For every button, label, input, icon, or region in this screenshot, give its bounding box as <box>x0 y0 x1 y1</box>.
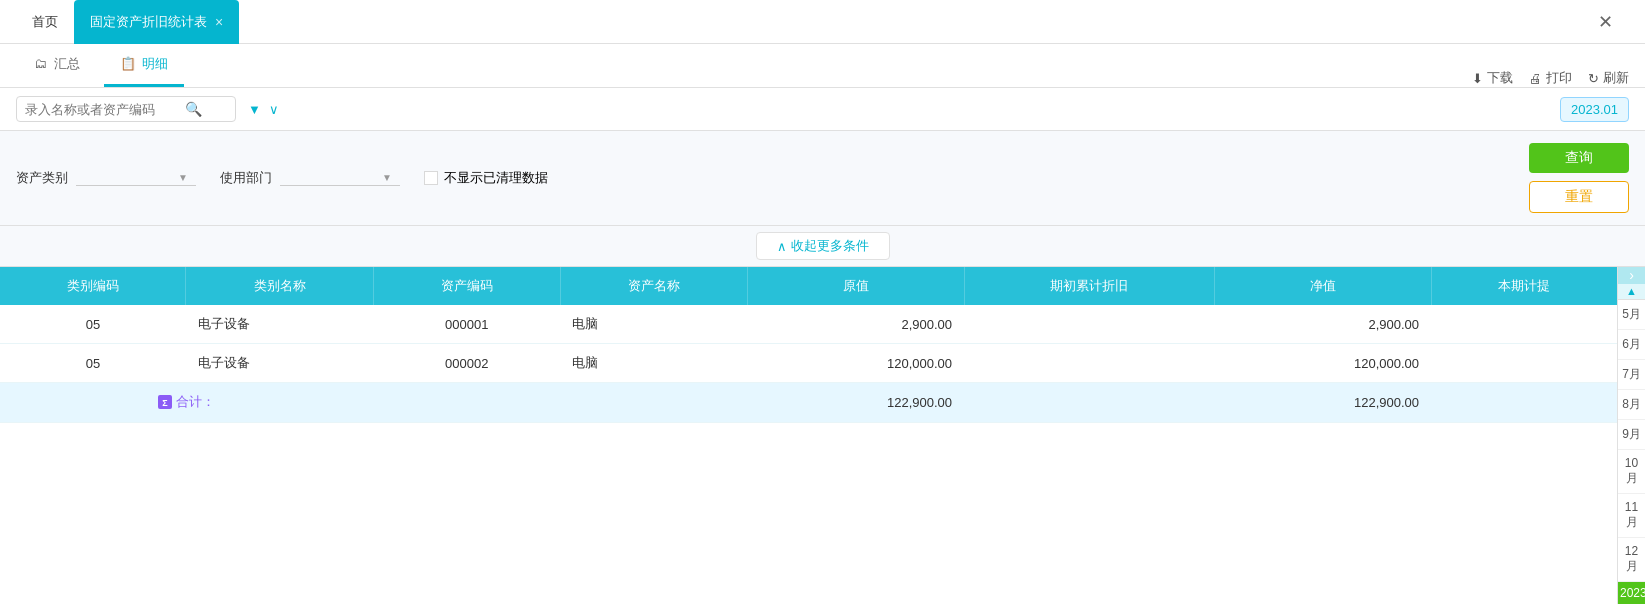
col-net-value: 净值 <box>1214 267 1431 305</box>
search-bar: 🔍 ▼ ∨ 2023.01 <box>0 88 1645 131</box>
download-icon: ⬇ <box>1472 71 1483 86</box>
cell-opening-accumulated <box>964 305 1214 344</box>
asset-category-arrow-icon: ▼ <box>178 172 188 183</box>
asset-category-label: 资产类别 <box>16 169 68 187</box>
year-badge: 2023 <box>1618 582 1645 604</box>
subtotal-label-cell: Σ 合计： <box>0 383 373 423</box>
cell-opening-accumulated <box>964 344 1214 383</box>
month-10[interactable]: 10月 <box>1618 450 1645 494</box>
tab-actions: ⬇ 下载 🖨 打印 ↻ 刷新 <box>1472 69 1629 87</box>
tab-label: 固定资产折旧统计表 <box>90 13 207 31</box>
sidebar-expand-btn[interactable]: › <box>1618 267 1646 284</box>
cell-original-value: 120,000.00 <box>748 344 965 383</box>
filter-row: 资产类别 ▼ 使用部门 ▼ 不显示已清理数据 查询 重置 <box>0 131 1645 226</box>
table-header-row: 类别编码 类别名称 资产编码 资产名称 原值 期初累计折旧 净值 本期计提 <box>0 267 1617 305</box>
hide-cleared-checkbox[interactable]: 不显示已清理数据 <box>424 169 548 187</box>
subtotal-original-value: 122,900.00 <box>748 383 965 423</box>
subtotal-row: Σ 合计： 122,900.00 122,900.00 <box>0 383 1617 423</box>
subtotal-net-value: 122,900.00 <box>1214 383 1431 423</box>
detail-label: 明细 <box>142 55 168 73</box>
data-table: 类别编码 类别名称 资产编码 资产名称 原值 期初累计折旧 净值 本期计提 05… <box>0 267 1617 423</box>
cell-net-value: 2,900.00 <box>1214 305 1431 344</box>
department-arrow-icon: ▼ <box>382 172 392 183</box>
subtotal-current-depreciation <box>1431 383 1617 423</box>
collapse-button[interactable]: ∧ 收起更多条件 <box>756 232 890 260</box>
right-sidebar: › ▲ 5月 6月 7月 8月 9月 10月 11月 12月 2023 <box>1617 267 1645 604</box>
subtotal-asset-name <box>560 383 747 423</box>
month-11[interactable]: 11月 <box>1618 494 1645 538</box>
sub-tabs-bar: 🗂 汇总 📋 明细 ⬇ 下载 🖨 打印 ↻ 刷新 <box>0 44 1645 88</box>
month-6[interactable]: 6月 <box>1618 330 1645 360</box>
cell-net-value: 120,000.00 <box>1214 344 1431 383</box>
cell-current-depreciation <box>1431 344 1617 383</box>
cell-asset-code: 000001 <box>373 305 560 344</box>
download-btn[interactable]: ⬇ 下载 <box>1472 69 1513 87</box>
date-badge: 2023.01 <box>1560 97 1629 122</box>
subtotal-opening-accumulated <box>964 383 1214 423</box>
reset-button[interactable]: 重置 <box>1529 181 1629 213</box>
asset-category-filter: 资产类别 ▼ <box>16 169 196 187</box>
more-conditions-btn[interactable]: ▼ ∨ <box>248 102 279 117</box>
month-7[interactable]: 7月 <box>1618 360 1645 390</box>
cell-category-code: 05 <box>0 344 186 383</box>
scroll-up-btn[interactable]: ▲ <box>1618 284 1646 300</box>
cell-category-code: 05 <box>0 305 186 344</box>
top-nav: 首页 固定资产折旧统计表 × ✕ <box>0 0 1645 44</box>
layers-icon: 🗂 <box>32 56 48 72</box>
department-label: 使用部门 <box>220 169 272 187</box>
cell-category-name: 电子设备 <box>186 344 373 383</box>
cell-asset-code: 000002 <box>373 344 560 383</box>
cell-asset-name: 电脑 <box>560 344 747 383</box>
refresh-btn[interactable]: ↻ 刷新 <box>1588 69 1629 87</box>
chevron-down-icon: ∨ <box>269 102 279 117</box>
search-icon[interactable]: 🔍 <box>185 101 202 117</box>
search-input-wrap[interactable]: 🔍 <box>16 96 236 122</box>
svg-text:Σ: Σ <box>162 398 168 408</box>
cell-current-depreciation <box>1431 305 1617 344</box>
filter-buttons: 查询 重置 <box>1529 143 1629 213</box>
month-9[interactable]: 9月 <box>1618 420 1645 450</box>
subtotal-icon: Σ 合计： <box>158 393 215 411</box>
month-8[interactable]: 8月 <box>1618 390 1645 420</box>
month-12[interactable]: 12月 <box>1618 538 1645 582</box>
col-opening-accumulated: 期初累计折旧 <box>964 267 1214 305</box>
table-row: 05 电子设备 000001 电脑 2,900.00 2,900.00 <box>0 305 1617 344</box>
cell-category-name: 电子设备 <box>186 305 373 344</box>
col-asset-code: 资产编码 <box>373 267 560 305</box>
main-content: 类别编码 类别名称 资产编码 资产名称 原值 期初累计折旧 净值 本期计提 05… <box>0 267 1645 604</box>
detail-icon: 📋 <box>120 56 136 72</box>
col-category-name: 类别名称 <box>186 267 373 305</box>
asset-category-select[interactable]: ▼ <box>76 170 196 186</box>
tab-summary[interactable]: 🗂 汇总 <box>16 43 96 87</box>
chevron-up-icon: ∧ <box>777 239 787 254</box>
col-current-depreciation: 本期计提 <box>1431 267 1617 305</box>
table-row: 05 电子设备 000002 电脑 120,000.00 120,000.00 <box>0 344 1617 383</box>
cell-asset-name: 电脑 <box>560 305 747 344</box>
tab-close-icon[interactable]: × <box>215 14 223 30</box>
home-nav[interactable]: 首页 <box>16 0 74 44</box>
print-btn[interactable]: 🖨 打印 <box>1529 69 1572 87</box>
tab-detail[interactable]: 📋 明细 <box>104 43 184 87</box>
cell-original-value: 2,900.00 <box>748 305 965 344</box>
subtotal-asset-code <box>373 383 560 423</box>
query-button[interactable]: 查询 <box>1529 143 1629 173</box>
department-filter: 使用部门 ▼ <box>220 169 400 187</box>
refresh-icon: ↻ <box>1588 71 1599 86</box>
collapse-bar: ∧ 收起更多条件 <box>0 226 1645 267</box>
table-wrap: 类别编码 类别名称 资产编码 资产名称 原值 期初累计折旧 净值 本期计提 05… <box>0 267 1617 604</box>
hide-cleared-label: 不显示已清理数据 <box>444 169 548 187</box>
search-input[interactable] <box>25 102 185 117</box>
month-5[interactable]: 5月 <box>1618 300 1645 330</box>
window-close-icon[interactable]: ✕ <box>1582 11 1629 33</box>
filter-icon: ▼ <box>248 102 261 117</box>
active-tab[interactable]: 固定资产折旧统计表 × <box>74 0 239 44</box>
col-original-value: 原值 <box>748 267 965 305</box>
department-select[interactable]: ▼ <box>280 170 400 186</box>
summary-label: 汇总 <box>54 55 80 73</box>
col-category-code: 类别编码 <box>0 267 186 305</box>
checkbox-box-icon <box>424 171 438 185</box>
print-icon: 🖨 <box>1529 71 1542 86</box>
col-asset-name: 资产名称 <box>560 267 747 305</box>
content-area: 类别编码 类别名称 资产编码 资产名称 原值 期初累计折旧 净值 本期计提 05… <box>0 267 1617 604</box>
